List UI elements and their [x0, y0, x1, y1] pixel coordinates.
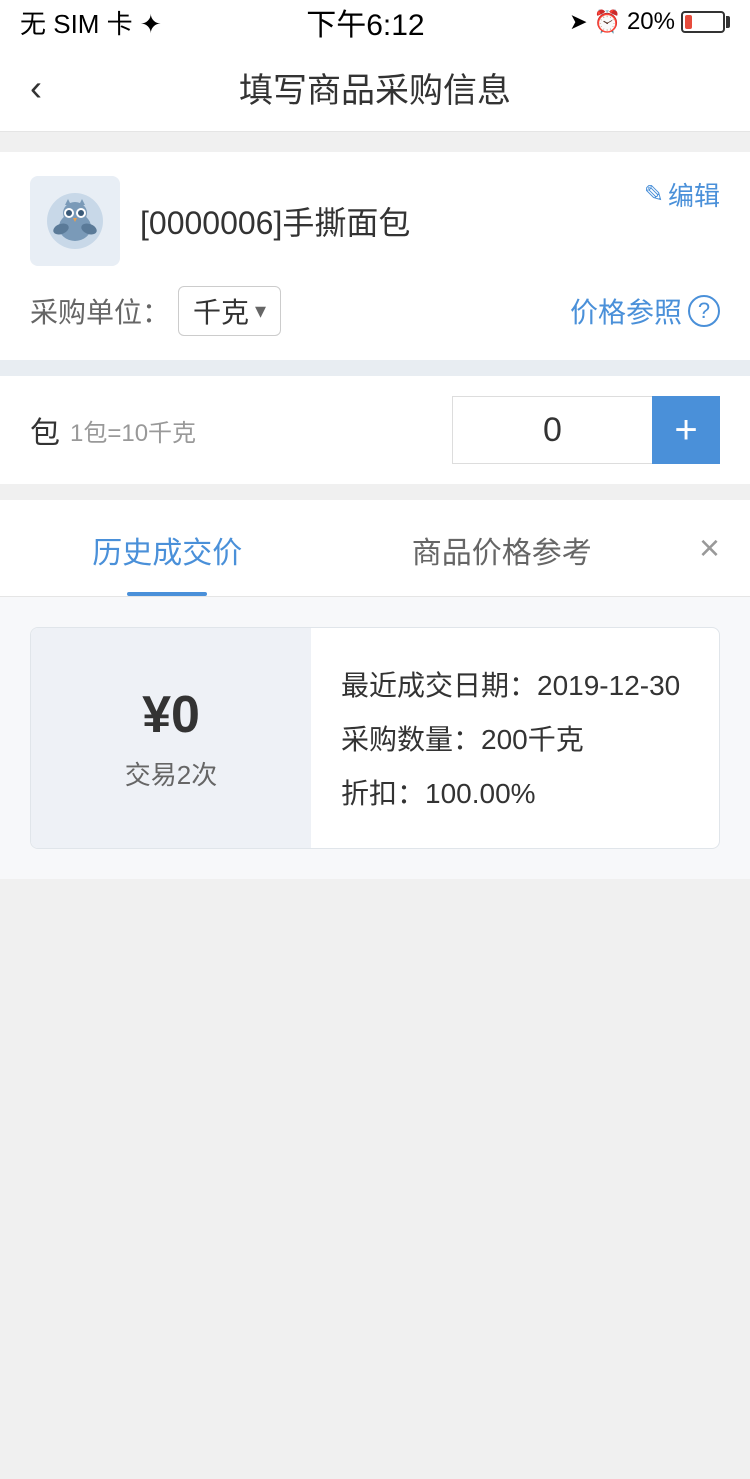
history-price-value: ¥0 — [142, 685, 200, 745]
back-button[interactable]: ‹ — [20, 57, 52, 119]
history-trade-count: 交易2次 — [125, 755, 217, 792]
quantity-row: 包 1包=10千克 + — [0, 376, 750, 484]
pack-sub-label: 1包=10千克 — [70, 413, 196, 448]
location-icon: ➤ — [569, 9, 587, 35]
purchase-qty-label: 采购数量： — [341, 724, 481, 755]
owl-logo-icon — [45, 191, 105, 251]
tab-history-price[interactable]: 历史成交价 — [0, 500, 334, 596]
price-ref-label: 价格参照 — [570, 291, 682, 331]
alarm-icon: ⏰ — [594, 9, 621, 35]
product-card: [0000006]手撕面包 ✎ 编辑 采购单位： 千克 ▾ 价格参照 ? — [0, 152, 750, 360]
page-title: 填写商品采购信息 — [239, 63, 511, 112]
price-reference-button[interactable]: 价格参照 ? — [570, 291, 720, 331]
quantity-plus-button[interactable]: + — [652, 396, 720, 464]
edit-icon: ✎ — [644, 180, 664, 209]
recent-date-value: 2019-12-30 — [537, 670, 680, 701]
sim-status: 无 SIM 卡 ✦ — [20, 4, 162, 41]
status-left: 无 SIM 卡 ✦ — [20, 4, 162, 41]
unit-select[interactable]: 千克 ▾ — [178, 286, 281, 336]
discount-value: 100.00% — [425, 778, 536, 809]
bottom-area — [0, 879, 750, 1479]
purchase-qty-row: 采购数量：200千克 — [341, 718, 689, 758]
quantity-input[interactable] — [452, 396, 652, 464]
history-detail-section: 最近成交日期：2019-12-30 采购数量：200千克 折扣：100.00% — [311, 628, 719, 848]
purchase-qty-value: 200千克 — [481, 724, 584, 755]
unit-label: 采购单位： — [30, 291, 170, 331]
tabs-header: 历史成交价 商品价格参考 × — [0, 500, 750, 597]
tab-product-price-reference[interactable]: 商品价格参考 — [334, 500, 668, 596]
status-time: 下午6:12 — [306, 0, 424, 44]
product-thumbnail — [30, 176, 120, 266]
section-divider — [0, 360, 750, 376]
history-card: ¥0 交易2次 最近成交日期：2019-12-30 采购数量：200千克 折扣：… — [30, 627, 720, 849]
discount-label: 折扣： — [341, 778, 425, 809]
edit-button[interactable]: ✎ 编辑 — [644, 176, 720, 213]
pack-label: 包 — [30, 408, 60, 452]
nav-bar: ‹ 填写商品采购信息 — [0, 44, 750, 132]
status-right: ➤ ⏰ 20% — [569, 8, 730, 36]
unit-dropdown-arrow: ▾ — [255, 298, 266, 324]
recent-date-row: 最近成交日期：2019-12-30 — [341, 664, 689, 704]
history-list: ¥0 交易2次 最近成交日期：2019-12-30 采购数量：200千克 折扣：… — [0, 597, 750, 879]
battery-icon — [681, 11, 730, 33]
status-bar: 无 SIM 卡 ✦ 下午6:12 ➤ ⏰ 20% — [0, 0, 750, 44]
product-name: [0000006]手撕面包 — [140, 198, 410, 244]
tabs-panel: 历史成交价 商品价格参考 × ¥0 交易2次 最近成交日期：2019-12-30… — [0, 500, 750, 879]
recent-date-label: 最近成交日期： — [341, 670, 537, 701]
battery-percent: 20% — [627, 8, 675, 36]
price-ref-help-icon: ? — [688, 295, 720, 327]
unit-value: 千克 — [193, 291, 249, 331]
history-price-section: ¥0 交易2次 — [31, 628, 311, 848]
discount-row: 折扣：100.00% — [341, 772, 689, 812]
tabs-close-button[interactable]: × — [669, 527, 750, 569]
